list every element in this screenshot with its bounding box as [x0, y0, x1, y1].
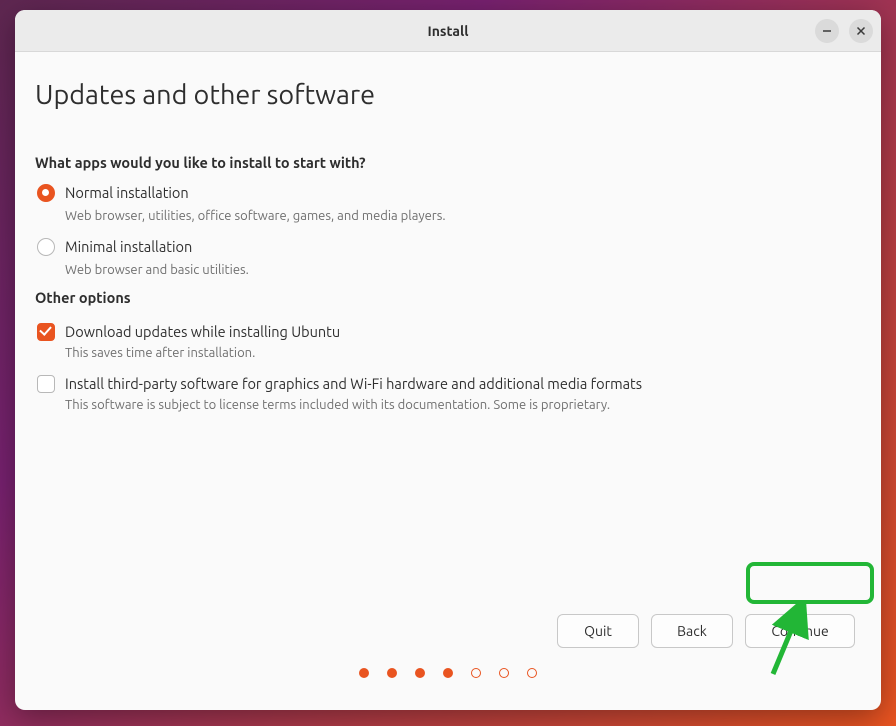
radio-icon: [37, 238, 55, 256]
close-icon: [856, 26, 866, 36]
progress-dot: [471, 668, 481, 678]
installer-window: Install Updates and other software What …: [15, 10, 881, 710]
download-updates-option[interactable]: Download updates while installing Ubuntu: [37, 322, 861, 342]
normal-installation-option[interactable]: Normal installation: [37, 183, 861, 203]
continue-button[interactable]: Continue: [745, 614, 855, 648]
progress-dot: [387, 668, 397, 678]
download-updates-desc: This saves time after installation.: [65, 346, 861, 360]
progress-dot: [499, 668, 509, 678]
other-options-heading: Other options: [35, 289, 861, 306]
progress-dot: [359, 668, 369, 678]
button-row: Quit Back Continue: [35, 608, 861, 654]
apps-question: What apps would you like to install to s…: [35, 154, 861, 171]
spacer: [35, 426, 861, 608]
progress-dot: [527, 668, 537, 678]
window-title: Install: [428, 23, 469, 39]
radio-icon: [37, 184, 55, 202]
third-party-desc: This software is subject to license term…: [65, 398, 861, 412]
window-buttons: [815, 10, 873, 51]
other-options-block: Download updates while installing Ubuntu…: [35, 320, 861, 426]
close-button[interactable]: [849, 19, 873, 43]
minimize-icon: [822, 26, 832, 36]
progress-dots: [35, 654, 861, 700]
minimal-installation-option[interactable]: Minimal installation: [37, 237, 861, 257]
third-party-option[interactable]: Install third-party software for graphic…: [37, 374, 861, 394]
progress-dot: [443, 668, 453, 678]
minimal-install-desc: Web browser and basic utilities.: [65, 263, 861, 277]
progress-dot: [415, 668, 425, 678]
back-button[interactable]: Back: [651, 614, 733, 648]
titlebar: Install: [15, 10, 881, 52]
third-party-label: Install third-party software for graphic…: [65, 374, 642, 394]
normal-install-desc: Web browser, utilities, office software,…: [65, 209, 861, 223]
content-area: Updates and other software What apps wou…: [15, 52, 881, 710]
download-updates-label: Download updates while installing Ubuntu: [65, 322, 340, 342]
minimize-button[interactable]: [815, 19, 839, 43]
checkbox-icon: [37, 323, 55, 341]
normal-install-label: Normal installation: [65, 183, 189, 203]
quit-button[interactable]: Quit: [557, 614, 639, 648]
page-heading: Updates and other software: [35, 80, 861, 110]
checkbox-icon: [37, 375, 55, 393]
minimal-install-label: Minimal installation: [65, 237, 192, 257]
